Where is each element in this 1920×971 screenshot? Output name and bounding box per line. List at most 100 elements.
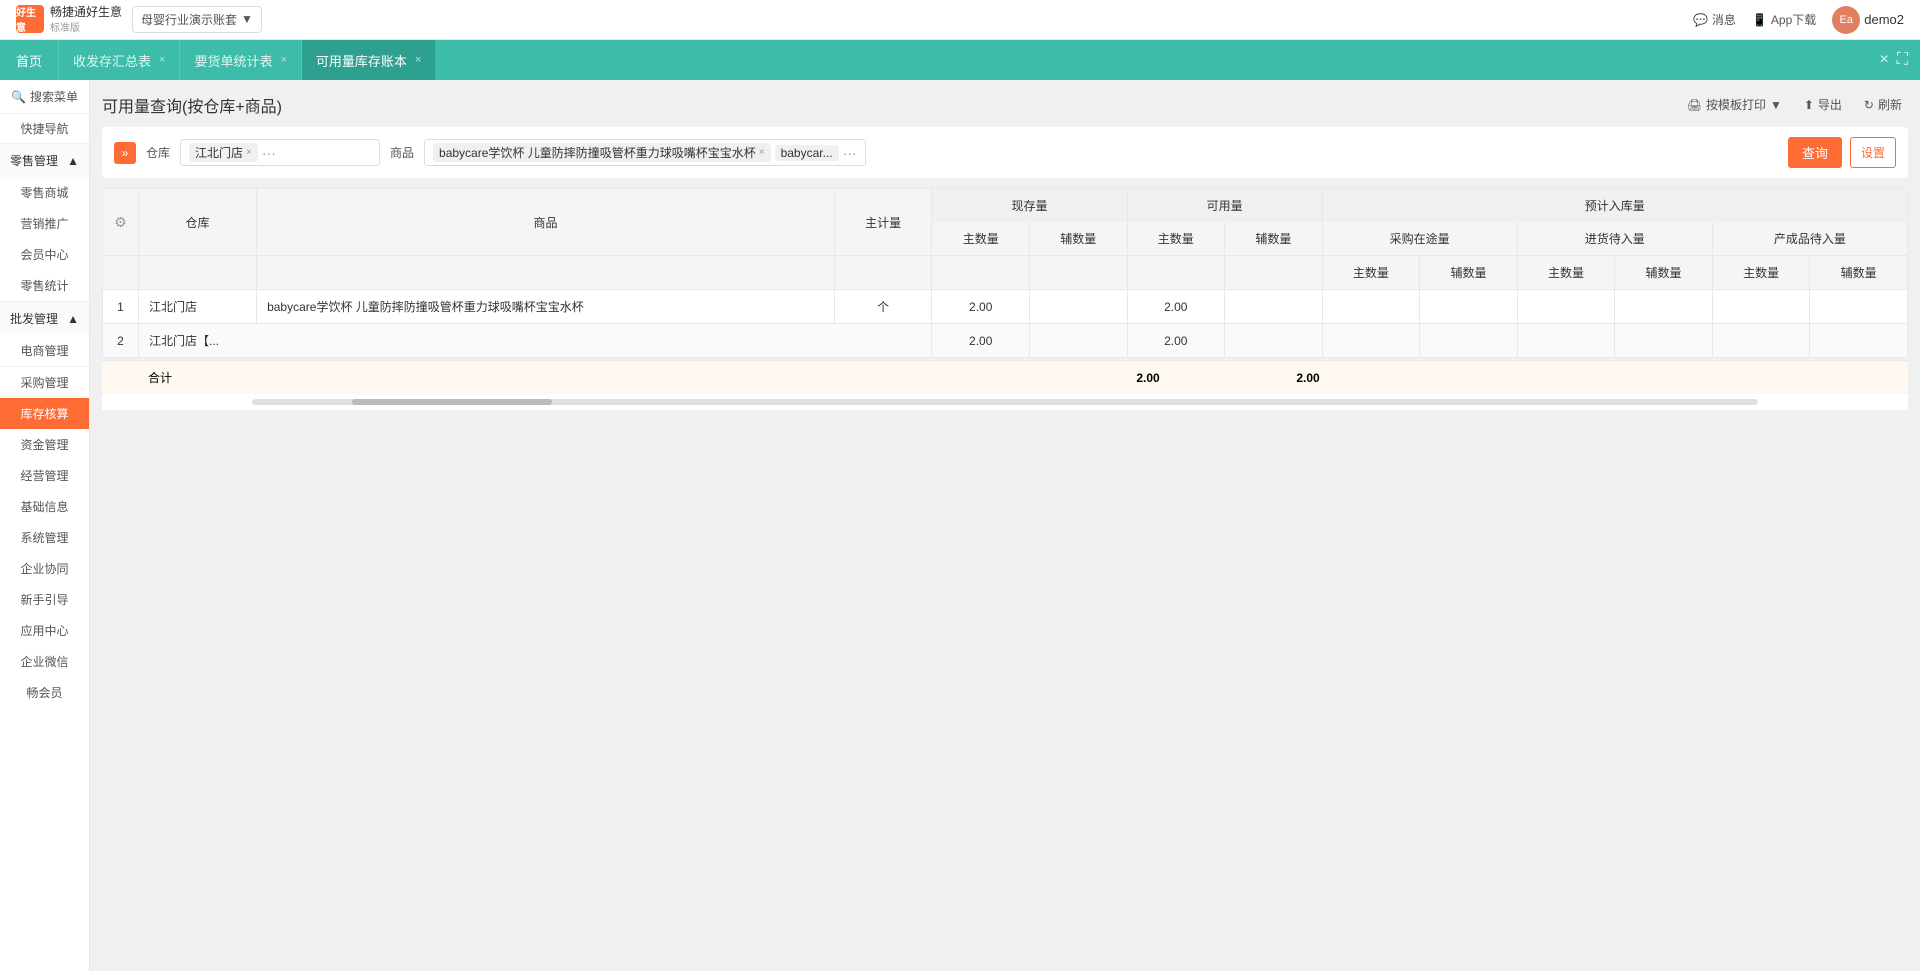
chevron-print-icon: ▼ [1770,98,1782,112]
sidebar-item-inventory[interactable]: 库存核算 [0,398,89,429]
row-purchase-main [1322,290,1420,324]
logo-text-area: 畅捷通好生意 标准版 [50,5,122,34]
tab-available-close[interactable]: × [415,54,421,66]
sidebar-item-wechat-work[interactable]: 企业微信 [0,646,89,677]
sidebar-group-retail[interactable]: 零售管理 ▲ [0,144,89,177]
sidebar-quick-nav[interactable]: 快捷导航 [0,114,89,144]
filter-right-btns: 查询 设置 [1788,137,1896,168]
product-filter-field[interactable]: babycare学饮杯 儿童防摔防撞吸管杯重力球吸嘴杯宝宝水杯 × babyca… [424,139,866,166]
tab-receivable-summary[interactable]: 收发存汇总表 × [59,40,180,80]
export-btn[interactable]: ⬆ 导出 [1798,92,1848,117]
warehouse-label: 仓库 [146,144,170,161]
sidebar-item-member-plus[interactable]: 畅会员 [0,677,89,708]
top-bar-left: 好生意 畅捷通好生意 标准版 母婴行业演示账套 ▼ [16,5,262,34]
sidebar-item-member[interactable]: 会员中心 [0,239,89,270]
col-stock-aux: 辅数量 [1029,222,1127,256]
close-all-tabs-btn[interactable]: × [1879,51,1888,69]
tab-order-close[interactable]: × [280,54,286,66]
user-area[interactable]: Ea demo2 [1832,6,1904,34]
wholesale-group-label: 批发管理 [10,310,58,327]
warehouse-filter-field[interactable]: 江北门店 × ··· [180,139,380,166]
sidebar-item-finance[interactable]: 资金管理 [0,429,89,460]
col-avail-main: 主数量 [1127,222,1225,256]
nav-right-btns: × ⛶ [1867,40,1920,80]
chevron-down-icon: ▼ [241,12,253,26]
settings-icon[interactable]: ⚙ [114,214,127,230]
home-label: 首页 [16,51,42,70]
sidebar-item-retail-mall[interactable]: 零售商城 [0,177,89,208]
sidebar-item-retail-stats[interactable]: 零售统计 [0,270,89,301]
col-transit-group: 进货待入量 [1517,222,1712,256]
app-version: 标准版 [50,19,122,34]
sidebar-item-marketing[interactable]: 营销推广 [0,208,89,239]
blank-product [257,256,835,290]
col-avail-aux: 辅数量 [1225,222,1323,256]
refresh-btn[interactable]: ↻ 刷新 [1858,92,1908,117]
filter-expand-btn[interactable]: » [114,142,136,164]
export-label: 导出 [1818,96,1842,113]
tab-order-label: 要货单统计表 [194,51,272,70]
subtotal-avail-aux [1225,324,1323,358]
row-transit-main [1517,290,1615,324]
subtotal-prod-aux [1810,324,1908,358]
subtotal-transit-main [1517,324,1615,358]
tab-available-stock[interactable]: 可用量库存账本 × [302,40,436,80]
blank-stock-aux [1029,256,1127,290]
tab-order-stats[interactable]: 要货单统计表 × [180,40,301,80]
row-transit-aux [1615,290,1713,324]
export-icon: ⬆ [1804,98,1814,112]
fullscreen-btn[interactable]: ⛶ [1897,51,1908,69]
warehouse-tag-remove[interactable]: × [246,147,252,158]
retail-group-label: 零售管理 [10,152,58,169]
col-available-group: 可用量 [1127,189,1322,223]
tab-home[interactable]: 首页 [0,40,59,80]
app-download-btn[interactable]: 📱 App下载 [1752,11,1816,28]
nav-tabs: 首页 收发存汇总表 × 要货单统计表 × 可用量库存账本 × × ⛶ [0,40,1920,80]
data-table: ⚙ 仓库 商品 主计量 现存量 可用量 预计入库量 主数量 辅数量 [102,188,1908,358]
refresh-label: 刷新 [1878,96,1902,113]
print-btn[interactable]: 🖨 按模板打印 ▼ [1681,92,1788,117]
product-tag-1-remove[interactable]: × [759,147,765,158]
sidebar-item-new-guide[interactable]: 新手引导 [0,584,89,615]
subtotal-row: 2 江北门店【... 2.00 2.00 [103,324,1908,358]
row-warehouse: 江北门店 [139,290,257,324]
col-settings-header[interactable]: ⚙ [103,189,139,256]
sidebar-section-retail: 零售管理 ▲ 零售商城 营销推广 会员中心 零售统计 [0,144,89,302]
message-label: 消息 [1712,11,1736,28]
product-more-btn[interactable]: ··· [843,145,857,161]
search-icon: 🔍 [11,90,26,104]
row-no: 1 [103,290,139,324]
blank-unit [834,256,932,290]
query-btn[interactable]: 查询 [1788,137,1842,168]
user-name: demo2 [1864,12,1904,27]
top-bar-right: 💬 消息 📱 App下载 Ea demo2 [1693,6,1904,34]
sidebar-item-enterprise-collab[interactable]: 企业协同 [0,553,89,584]
col-product-header: 商品 [257,189,835,256]
sidebar-item-app-center[interactable]: 应用中心 [0,615,89,646]
message-btn[interactable]: 💬 消息 [1693,11,1736,28]
data-table-wrap: ⚙ 仓库 商品 主计量 现存量 可用量 预计入库量 主数量 辅数量 [102,188,1908,358]
sidebar-item-operation[interactable]: 经营管理 [0,460,89,491]
sidebar-item-purchase[interactable]: 采购管理 [0,367,89,398]
sidebar-item-ecommerce[interactable]: 电商管理 [0,335,89,366]
sidebar-group-wholesale[interactable]: 批发管理 ▲ [0,302,89,335]
tenant-selector[interactable]: 母婴行业演示账套 ▼ [132,6,262,33]
blank-warehouse [139,256,257,290]
scroll-thumb[interactable] [352,399,552,405]
settings-btn[interactable]: 设置 [1850,137,1896,168]
subtotal-transit-aux [1615,324,1713,358]
tab-receivable-close[interactable]: × [159,54,165,66]
subtotal-prod-main [1712,324,1810,358]
main-layout: 🔍 搜索菜单 快捷导航 零售管理 ▲ 零售商城 营销推广 会员中心 零售统计 批… [0,80,1920,971]
printer-icon: 🖨 [1687,98,1702,112]
print-label: 按模板打印 [1706,96,1766,113]
sidebar-search[interactable]: 🔍 搜索菜单 [0,80,89,114]
scroll-bar-area[interactable] [102,394,1908,410]
sidebar-item-system[interactable]: 系统管理 [0,522,89,553]
sidebar-item-basic-info[interactable]: 基础信息 [0,491,89,522]
col-unit-header: 主计量 [834,189,932,256]
page-content: 可用量查询(按仓库+商品) 🖨 按模板打印 ▼ ⬆ 导出 ↻ 刷新 [90,80,1920,971]
warehouse-more-btn[interactable]: ··· [262,145,276,161]
blank-avail-aux [1225,256,1323,290]
message-icon: 💬 [1693,13,1708,27]
